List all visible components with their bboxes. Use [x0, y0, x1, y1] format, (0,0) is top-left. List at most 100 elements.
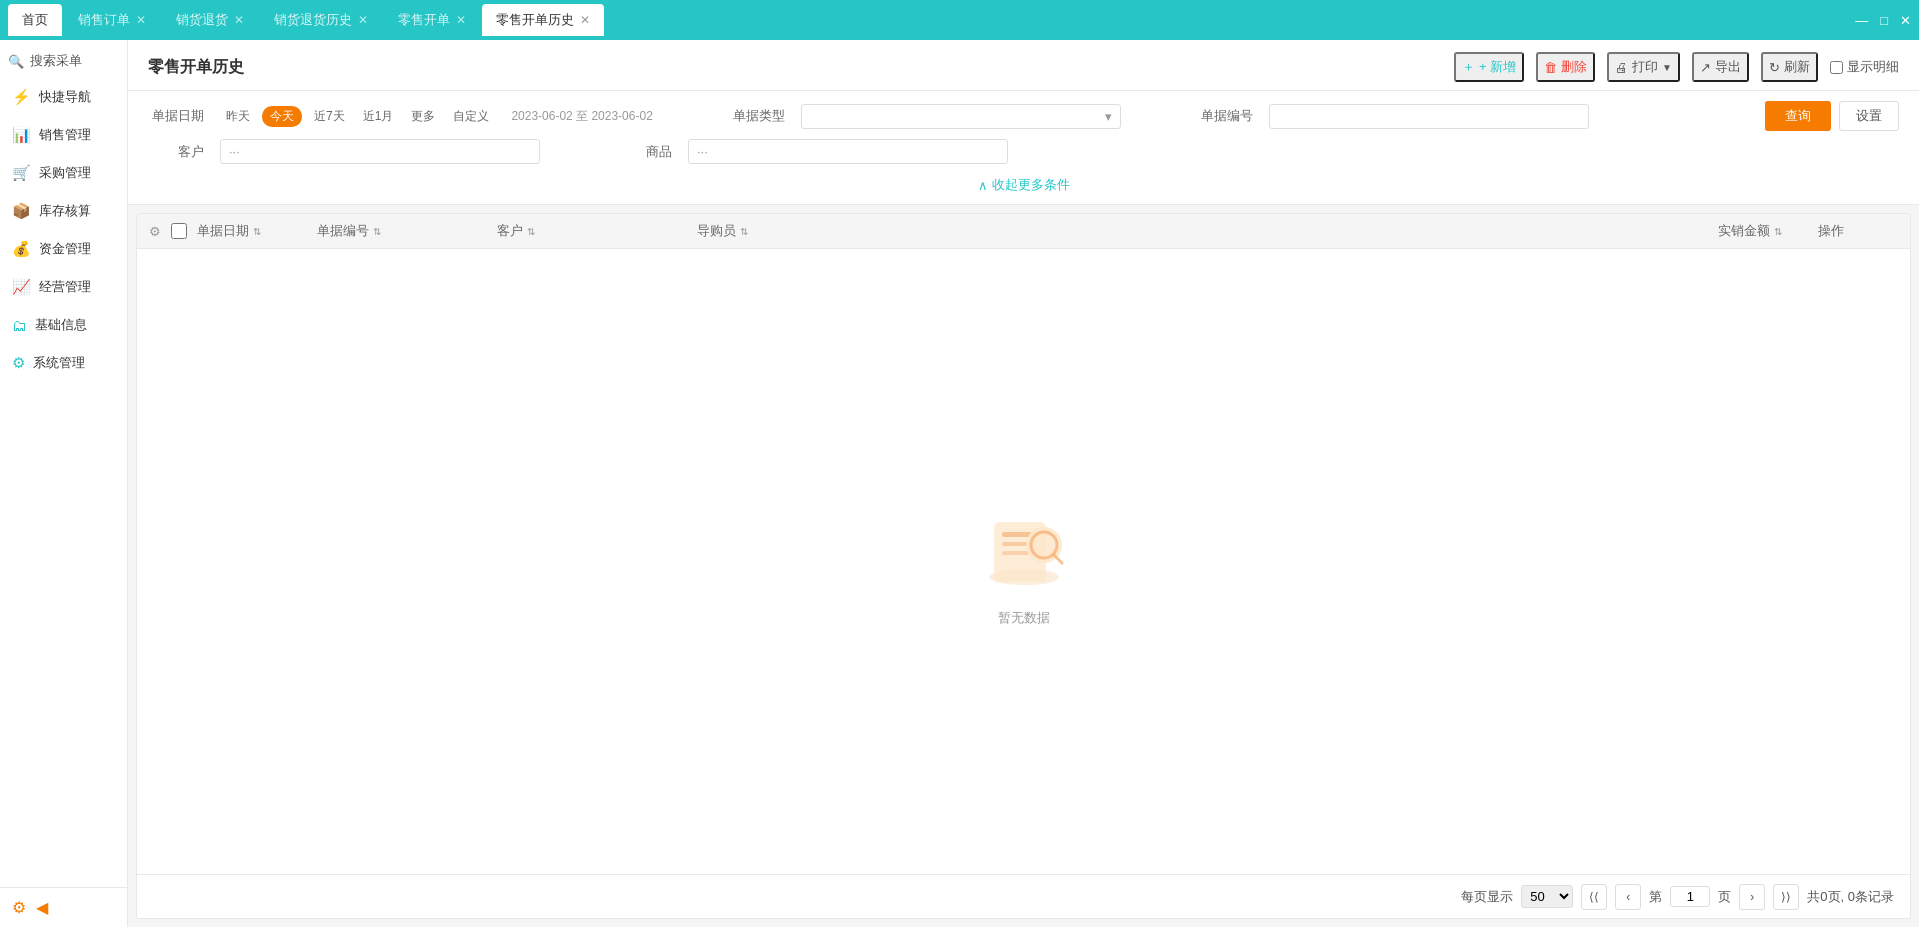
- sidebar-item-finance-mgmt[interactable]: 💰 资金管理: [0, 230, 127, 268]
- sidebar-item-operation-mgmt[interactable]: 📈 经营管理: [0, 268, 127, 306]
- tab-close-sales-order[interactable]: ✕: [136, 13, 146, 27]
- col-header-guide[interactable]: 导购员 ⇅: [697, 222, 797, 240]
- first-page-button[interactable]: ⟨⟨: [1581, 884, 1607, 910]
- collapse-icon: ∧: [978, 178, 988, 193]
- sidebar-item-quick-nav[interactable]: ⚡ 快捷导航: [0, 78, 127, 116]
- tab-retail-history[interactable]: 零售开单历史 ✕: [482, 4, 604, 36]
- add-button[interactable]: ＋ + 新增: [1454, 52, 1524, 82]
- search-icon: 🔍: [8, 54, 24, 69]
- date-opt-custom[interactable]: 自定义: [447, 106, 495, 127]
- date-opt-1month[interactable]: 近1月: [357, 106, 400, 127]
- num-filter-input[interactable]: [1269, 104, 1589, 129]
- goods-filter-label: 商品: [616, 143, 672, 161]
- tab-sales-return[interactable]: 销货退货 ✕: [162, 4, 258, 36]
- sidebar-item-sales-mgmt[interactable]: 📊 销售管理: [0, 116, 127, 154]
- sort-customer-icon: ⇅: [527, 226, 535, 237]
- sidebar: 🔍 搜索采单 ⚡ 快捷导航 📊 销售管理 🛒 采购管理 📦 库存核算 💰 资金管…: [0, 40, 128, 927]
- delete-button[interactable]: 🗑 删除: [1536, 52, 1595, 82]
- customer-filter-label: 客户: [148, 143, 204, 161]
- sort-guide-icon: ⇅: [740, 226, 748, 237]
- window-minimize-icon[interactable]: —: [1855, 13, 1868, 28]
- tab-retail-new[interactable]: 零售开单 ✕: [384, 4, 480, 36]
- tab-close-sales-return-history[interactable]: ✕: [358, 13, 368, 27]
- col-header-customer[interactable]: 客户 ⇅: [497, 222, 697, 240]
- date-opt-today[interactable]: 今天: [262, 106, 302, 127]
- table-settings-icon[interactable]: ⚙: [149, 224, 161, 239]
- finance-icon: 💰: [12, 240, 31, 258]
- goods-filter-input[interactable]: ···: [688, 139, 1008, 164]
- sidebar-item-inventory[interactable]: 📦 库存核算: [0, 192, 127, 230]
- tab-sales-order[interactable]: 销售订单 ✕: [64, 4, 160, 36]
- sort-num-icon: ⇅: [373, 226, 381, 237]
- tab-bar: 首页 销售订单 ✕ 销货退货 ✕ 销货退货历史 ✕ 零售开单 ✕ 零售开单历史 …: [0, 0, 1919, 40]
- tab-close-retail-history[interactable]: ✕: [580, 13, 590, 27]
- page-input[interactable]: [1670, 886, 1710, 907]
- date-opt-more[interactable]: 更多: [405, 106, 441, 127]
- sales-icon: 📊: [12, 126, 31, 144]
- print-icon: 🖨: [1615, 60, 1628, 75]
- sort-amount-icon: ⇅: [1774, 226, 1782, 237]
- show-detail-checkbox[interactable]: [1830, 61, 1843, 74]
- per-page-label: 每页显示: [1461, 888, 1513, 906]
- tab-sales-return-history[interactable]: 销货退货历史 ✕: [260, 4, 382, 36]
- window-maximize-icon[interactable]: □: [1880, 13, 1888, 28]
- sidebar-search[interactable]: 🔍 搜索采单: [0, 40, 127, 78]
- col-header-num[interactable]: 单据编号 ⇅: [317, 222, 497, 240]
- main-layout: 🔍 搜索采单 ⚡ 快捷导航 📊 销售管理 🛒 采购管理 📦 库存核算 💰 资金管…: [0, 40, 1919, 927]
- num-filter-label: 单据编号: [1197, 107, 1253, 125]
- settings-button[interactable]: 设置: [1839, 101, 1899, 131]
- pagination: 每页显示 50 100 200 ⟨⟨ ‹ 第 页 › ⟩⟩ 共0页, 0条记录: [137, 874, 1910, 918]
- show-detail-checkbox-label[interactable]: 显示明细: [1830, 58, 1899, 76]
- date-filter-label: 单据日期: [148, 107, 204, 125]
- tab-close-sales-return[interactable]: ✕: [234, 13, 244, 27]
- page-title: 零售开单历史: [148, 57, 244, 78]
- collapse-sidebar-icon[interactable]: ◀: [36, 898, 48, 917]
- print-dropdown-icon: ▼: [1662, 62, 1672, 73]
- type-filter-select[interactable]: ▾: [801, 104, 1121, 129]
- quick-nav-icon: ⚡: [12, 88, 31, 106]
- next-page-button[interactable]: ›: [1739, 884, 1765, 910]
- last-page-button[interactable]: ⟩⟩: [1773, 884, 1799, 910]
- sidebar-item-sys-mgmt[interactable]: ⚙ 系统管理: [0, 344, 127, 382]
- tab-bar-right: — □ ✕: [1855, 13, 1911, 28]
- collapse-filter-button[interactable]: ∧ 收起更多条件: [978, 176, 1070, 194]
- customer-filter-input[interactable]: ···: [220, 139, 540, 164]
- inventory-icon: 📦: [12, 202, 31, 220]
- type-filter-chevron-icon: ▾: [1105, 109, 1112, 124]
- print-button[interactable]: 🖨 打印 ▼: [1607, 52, 1680, 82]
- purchase-icon: 🛒: [12, 164, 31, 182]
- toolbar: ＋ + 新增 🗑 删除 🖨 打印 ▼ ↗ 导出 ↻: [1454, 52, 1899, 82]
- delete-icon: 🗑: [1544, 60, 1557, 75]
- prev-page-button[interactable]: ‹: [1615, 884, 1641, 910]
- window-close-icon[interactable]: ✕: [1900, 13, 1911, 28]
- tab-close-retail-new[interactable]: ✕: [456, 13, 466, 27]
- refresh-icon: ↻: [1769, 60, 1780, 75]
- page-header: 零售开单历史 ＋ + 新增 🗑 删除 🖨 打印 ▼ ↗ 导出: [128, 40, 1919, 91]
- tab-home[interactable]: 首页: [8, 4, 62, 36]
- sort-date-icon: ⇅: [253, 226, 261, 237]
- page-suffix: 页: [1718, 888, 1731, 906]
- sys-icon: ⚙: [12, 354, 25, 372]
- content-area: 零售开单历史 ＋ + 新增 🗑 删除 🖨 打印 ▼ ↗ 导出: [128, 40, 1919, 927]
- date-range-display: 2023-06-02 至 2023-06-02: [511, 108, 652, 125]
- sidebar-item-purchase-mgmt[interactable]: 🛒 采购管理: [0, 154, 127, 192]
- table-area: ⚙ 单据日期 ⇅ 单据编号 ⇅ 客户 ⇅ 导购员 ⇅: [136, 213, 1911, 919]
- date-options: 昨天 今天 近7天 近1月 更多 自定义: [220, 106, 495, 127]
- empty-text: 暂无数据: [998, 609, 1050, 627]
- type-filter-label: 单据类型: [729, 107, 785, 125]
- operation-icon: 📈: [12, 278, 31, 296]
- refresh-button[interactable]: ↻ 刷新: [1761, 52, 1818, 82]
- query-button[interactable]: 查询: [1765, 101, 1831, 131]
- per-page-select[interactable]: 50 100 200: [1521, 885, 1573, 908]
- export-button[interactable]: ↗ 导出: [1692, 52, 1749, 82]
- date-opt-yesterday[interactable]: 昨天: [220, 106, 256, 127]
- date-opt-7days[interactable]: 近7天: [308, 106, 351, 127]
- total-label: 共0页, 0条记录: [1807, 888, 1894, 906]
- page-label: 第: [1649, 888, 1662, 906]
- select-all-checkbox[interactable]: [171, 223, 187, 239]
- sidebar-bottom: ⚙ ◀: [0, 887, 127, 927]
- sidebar-item-basic-info[interactable]: 🗂 基础信息: [0, 306, 127, 344]
- col-header-amount[interactable]: 实销金额 ⇅: [1718, 222, 1818, 240]
- settings-bottom-icon[interactable]: ⚙: [12, 898, 26, 917]
- col-header-date[interactable]: 单据日期 ⇅: [197, 222, 317, 240]
